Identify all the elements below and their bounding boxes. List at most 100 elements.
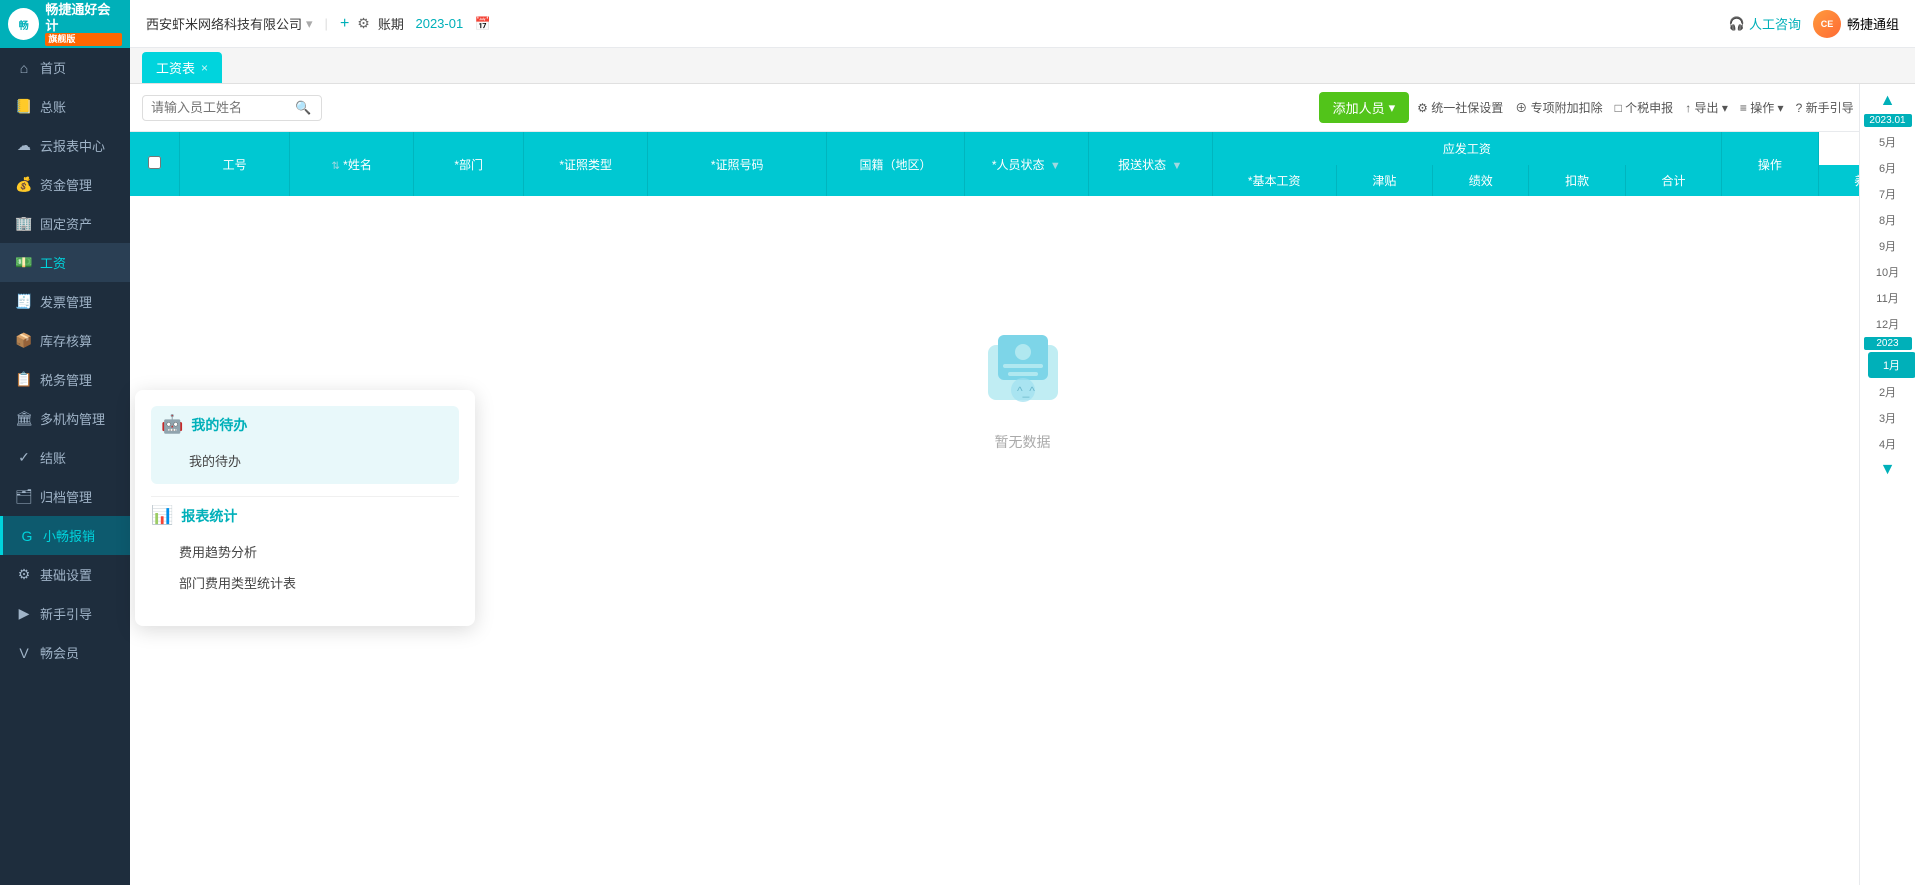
sidebar-label-inventory: 库存核算 <box>40 331 92 350</box>
popup-menu: 🤖 我的待办 我的待办 📊 报表统计 费用趋势分析 部门费用类型统计表 <box>135 390 475 626</box>
sidebar-icon-newguide: ▶ <box>16 606 32 622</box>
col-empno: 工号 <box>180 132 290 196</box>
sidebar-item-assets[interactable]: 🏢固定资产 <box>0 204 130 243</box>
sidebar-item-member[interactable]: V畅会员 <box>0 633 130 672</box>
popup-section-todo: 🤖 我的待办 我的待办 <box>151 406 459 484</box>
col-base: *基本工资 <box>1212 165 1336 196</box>
month-item-10月[interactable]: 10月 <box>1864 259 1912 285</box>
sidebar-icon-basic: ⚙ <box>16 567 32 583</box>
sidebar-label-newguide: 新手引导 <box>40 604 92 623</box>
calendar-icon[interactable]: 📅 <box>475 16 491 32</box>
sidebar-icon-xiaochang: G <box>19 528 35 544</box>
sidebar-icon-multi: 🏛 <box>16 411 32 427</box>
sidebar-item-checkout[interactable]: ✓结账 <box>0 438 130 477</box>
sidebar-item-basic[interactable]: ⚙基础设置 <box>0 555 130 594</box>
month-item-1月[interactable]: 1月 <box>1868 352 1915 378</box>
user-menu[interactable]: CE 畅捷通组 <box>1813 10 1899 38</box>
col-checkbox[interactable] <box>130 132 180 196</box>
month-item-11月[interactable]: 11月 <box>1864 285 1912 311</box>
sidebar-icon-salary: 💵 <box>16 255 32 271</box>
col-report: 报送状态 ▼ <box>1088 132 1212 196</box>
sidebar-item-invoice[interactable]: 🧾发票管理 <box>0 282 130 321</box>
chart-icon: 📊 <box>151 505 173 526</box>
popup-divider <box>151 496 459 497</box>
sidebar-icon-ledger: 📒 <box>16 99 32 115</box>
sidebar-item-cloud[interactable]: ☁云报表中心 <box>0 126 130 165</box>
col-country: 国籍（地区） <box>827 132 965 196</box>
sidebar-icon-inventory: 📦 <box>16 333 32 349</box>
chevron-down-icon: ▾ <box>306 16 313 32</box>
add-company-btn[interactable]: + <box>340 15 349 33</box>
sidebar-item-fund[interactable]: 💰资金管理 <box>0 165 130 204</box>
sidebar-icon-assets: 🏢 <box>16 216 32 232</box>
popup-todo-item[interactable]: 我的待办 <box>161 445 449 476</box>
month-item-9月[interactable]: 9月 <box>1864 233 1912 259</box>
col-performance: 绩效 <box>1433 165 1529 196</box>
month-item-3月[interactable]: 3月 <box>1864 405 1912 431</box>
social-security-btn[interactable]: ⚙ 统一社保设置 <box>1417 99 1503 116</box>
settings-icon[interactable]: ⚙ <box>357 15 370 32</box>
period-value: 2023-01 <box>415 16 463 31</box>
tax-report-btn[interactable]: □ 个税申报 <box>1615 99 1674 116</box>
search-icon[interactable]: 🔍 <box>295 100 311 116</box>
month-item-6月[interactable]: 6月 <box>1864 155 1912 181</box>
sidebar-item-multi[interactable]: 🏛多机构管理 <box>0 399 130 438</box>
avatar: CE <box>1813 10 1841 38</box>
col-dept: *部门 <box>414 132 524 196</box>
month-item-8月[interactable]: 8月 <box>1864 207 1912 233</box>
sidebar-label-fund: 资金管理 <box>40 175 92 194</box>
sidebar-label-checkout: 结账 <box>40 448 66 467</box>
sidebar: 畅 畅捷通好会计 旗舰版 ⌂首页 📒 总账 ☁云报表中心💰资金管理🏢固定资产 💵 工资 🧾发… <box>0 0 130 885</box>
dropdown-arrow-icon: ▾ <box>1389 100 1396 116</box>
month-item-4月[interactable]: 4月 <box>1864 431 1912 457</box>
special-deduct-btn[interactable]: ⊕ 专项附加扣除 <box>1515 99 1602 116</box>
month-item-7月[interactable]: 7月 <box>1864 181 1912 207</box>
sidebar-item-tax[interactable]: 📋税务管理 <box>0 360 130 399</box>
logo-title: 畅捷通好会计 <box>45 2 122 33</box>
avatar-initials: CE <box>1821 19 1834 29</box>
col-idtype: *证照类型 <box>524 132 648 196</box>
search-input[interactable] <box>151 100 291 115</box>
svg-text:^_^: ^_^ <box>1017 384 1035 398</box>
operation-btn[interactable]: ≡ 操作 ▾ <box>1740 99 1784 116</box>
add-person-button[interactable]: 添加人员 ▾ <box>1319 92 1410 123</box>
sidebar-item-ledger[interactable]: 📒 总账 <box>0 87 130 126</box>
export-btn[interactable]: ↑ 导出 ▾ <box>1685 99 1728 116</box>
sidebar-item-inventory[interactable]: 📦 库存核算 <box>0 321 130 360</box>
sidebar-label-ledger: 总账 <box>40 97 66 116</box>
tab-salary-table[interactable]: 工资表× <box>142 52 222 83</box>
popup-section2-title: 📊 报表统计 <box>151 505 459 526</box>
popup-active-section: 🤖 我的待办 我的待办 <box>151 406 459 484</box>
app-logo: 畅 畅捷通好会计 旗舰版 <box>0 0 130 48</box>
company-selector[interactable]: 西安虾米网络科技有限公司 ▾ <box>146 14 313 33</box>
month-item-12月[interactable]: 12月 <box>1864 311 1912 337</box>
popup-dept-item[interactable]: 部门费用类型统计表 <box>151 567 459 598</box>
period-label: 账期 <box>378 14 404 33</box>
sidebar-label-cloud: 云报表中心 <box>40 136 105 155</box>
sidebar-item-salary[interactable]: 💵 工资 <box>0 243 130 282</box>
month-item-2月[interactable]: 2月 <box>1864 379 1912 405</box>
sidebar-item-archive[interactable]: 🗂归档管理 <box>0 477 130 516</box>
sidebar-label-salary: 工资 <box>40 253 66 272</box>
sidebar-item-xiaochang[interactable]: G小畅报销 <box>0 516 130 555</box>
select-all-checkbox[interactable] <box>148 156 161 169</box>
newguide-btn[interactable]: ? 新手引导 <box>1796 99 1854 116</box>
popup-trend-item[interactable]: 费用趋势分析 <box>151 536 459 567</box>
service-label: 人工咨询 <box>1749 14 1801 33</box>
month-next-btn[interactable]: ▼ <box>1876 457 1900 483</box>
col-subsidy: 津贴 <box>1336 165 1432 196</box>
service-btn[interactable]: 🎧 人工咨询 <box>1729 14 1801 33</box>
col-name[interactable]: ⇅ *姓名 <box>290 132 414 196</box>
sidebar-item-home[interactable]: ⌂首页 <box>0 48 130 87</box>
section2-title-text: 报表统计 <box>181 506 237 526</box>
month-prev-btn[interactable]: ▲ <box>1876 88 1900 114</box>
sidebar-icon-member: V <box>16 645 32 661</box>
month-item-5月[interactable]: 5月 <box>1864 129 1912 155</box>
sidebar-label-invoice: 发票管理 <box>40 292 92 311</box>
sidebar-item-newguide[interactable]: ▶ 新手引导 <box>0 594 130 633</box>
col-salary-group: 应发工资 <box>1212 132 1721 165</box>
sort-icon: ⇅ <box>331 161 339 172</box>
tab-close-salary-table[interactable]: × <box>201 61 208 75</box>
year-badge: 2023.01 <box>1864 114 1912 127</box>
header-divider1: | <box>325 16 328 31</box>
